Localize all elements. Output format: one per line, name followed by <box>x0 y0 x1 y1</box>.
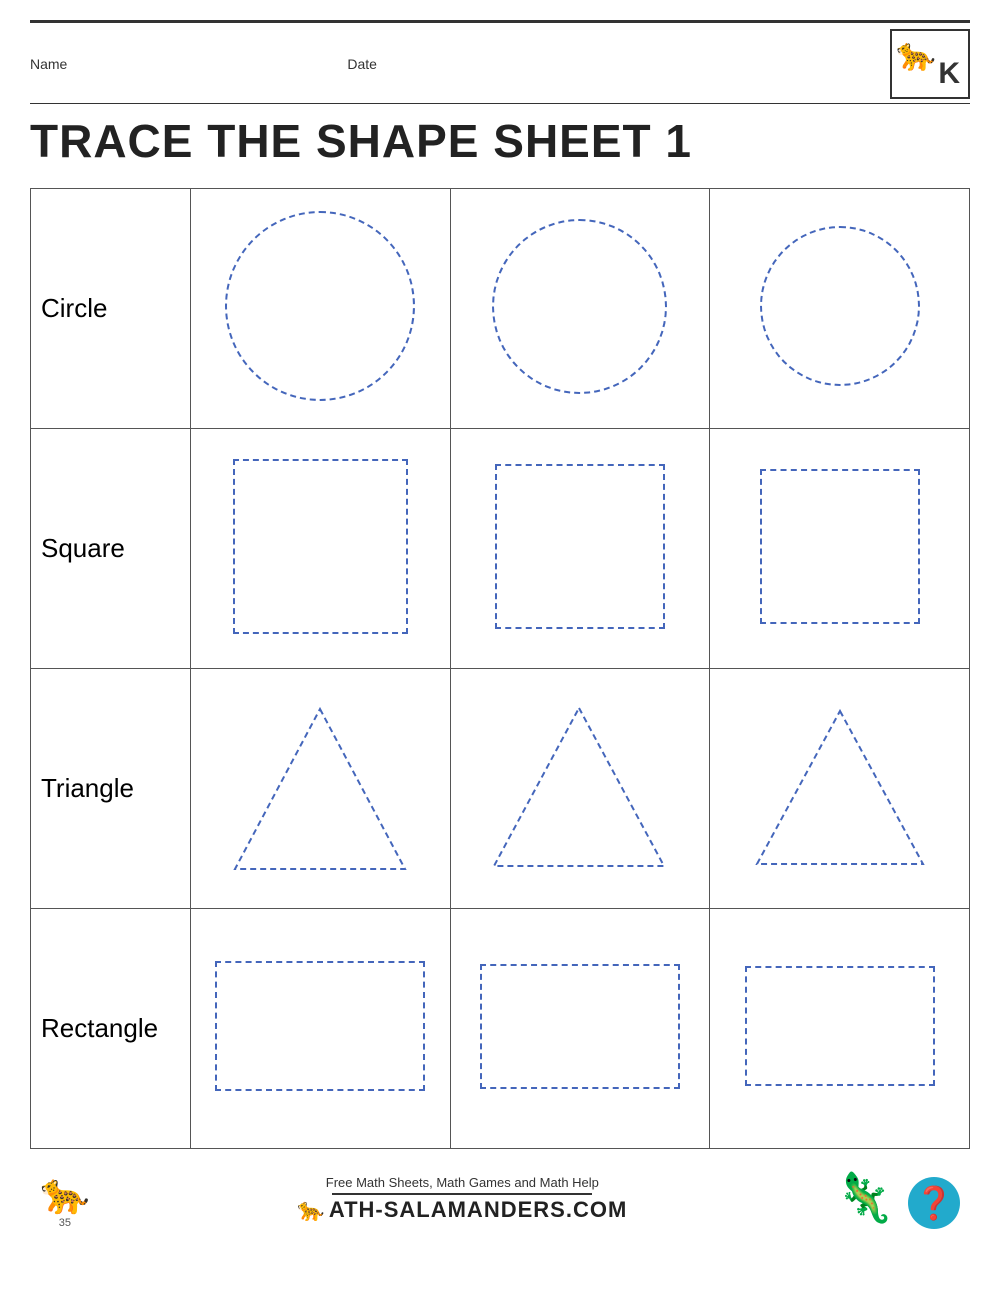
circle-shape-1 <box>225 211 415 401</box>
name-label: Name <box>30 56 67 72</box>
rect-cell-2 <box>450 909 710 1149</box>
footer-logo-number: 35 <box>59 1217 71 1229</box>
square-cell-1 <box>190 429 450 669</box>
circle-shape-3 <box>760 226 920 386</box>
shape-label-rectangle: Rectangle <box>31 909 191 1149</box>
table-row: Square <box>31 429 970 669</box>
triangle-cell-3 <box>710 669 970 909</box>
circle-shape-2 <box>492 219 667 394</box>
triangle-svg-2 <box>482 696 677 876</box>
footer-animal-right: 🦎 ❓ <box>835 1169 960 1229</box>
triangle-svg-3 <box>745 699 935 874</box>
footer-animal-left-icon: 🐆 <box>40 1170 90 1217</box>
triangle-svg-1 <box>220 694 420 879</box>
logo-box: 🐆 K <box>890 29 970 99</box>
square-cell-3 <box>710 429 970 669</box>
footer-brand: ATH-SALAMANDERS.COM <box>329 1197 627 1223</box>
square-cell-2 <box>450 429 710 669</box>
logo-k-letter: K <box>938 57 960 91</box>
rect-shape-1 <box>215 961 425 1091</box>
footer: 🐆 35 Free Math Sheets, Math Games and Ma… <box>30 1169 970 1229</box>
footer-center: Free Math Sheets, Math Games and Math He… <box>297 1175 627 1223</box>
rect-shape-2 <box>480 964 680 1089</box>
rect-cell-3 <box>710 909 970 1149</box>
logo-animal-icon: 🐆 <box>896 35 936 73</box>
page-title: TRACE THE SHAPE SHEET 1 <box>30 114 970 168</box>
square-shape-3 <box>760 469 920 624</box>
footer-puzzle-icon: ❓ <box>908 1177 960 1229</box>
circle-cell-2 <box>450 189 710 429</box>
shape-label-circle: Circle <box>31 189 191 429</box>
table-row: Rectangle <box>31 909 970 1149</box>
rect-cell-1 <box>190 909 450 1149</box>
circle-cell-1 <box>190 189 450 429</box>
square-shape-1 <box>233 459 408 634</box>
footer-logo-left: 🐆 35 <box>40 1170 90 1229</box>
shape-label-square: Square <box>31 429 191 669</box>
footer-gecko-icon: 🦎 <box>835 1172 895 1225</box>
table-row: Triangle <box>31 669 970 909</box>
header-labels: Name Date <box>30 56 377 72</box>
rect-shape-3 <box>745 966 935 1086</box>
footer-tagline: Free Math Sheets, Math Games and Math He… <box>297 1175 627 1190</box>
footer-divider <box>332 1193 592 1195</box>
top-bar: Name Date 🐆 K <box>30 20 970 104</box>
shape-label-triangle: Triangle <box>31 669 191 909</box>
circle-cell-3 <box>710 189 970 429</box>
footer-m-icon: 🐆 <box>297 1197 324 1223</box>
triangle-cell-1 <box>190 669 450 909</box>
shape-table: Circle Square Triangle <box>30 188 970 1149</box>
table-row: Circle <box>31 189 970 429</box>
square-shape-2 <box>495 464 665 629</box>
triangle-cell-2 <box>450 669 710 909</box>
date-label: Date <box>347 56 377 72</box>
